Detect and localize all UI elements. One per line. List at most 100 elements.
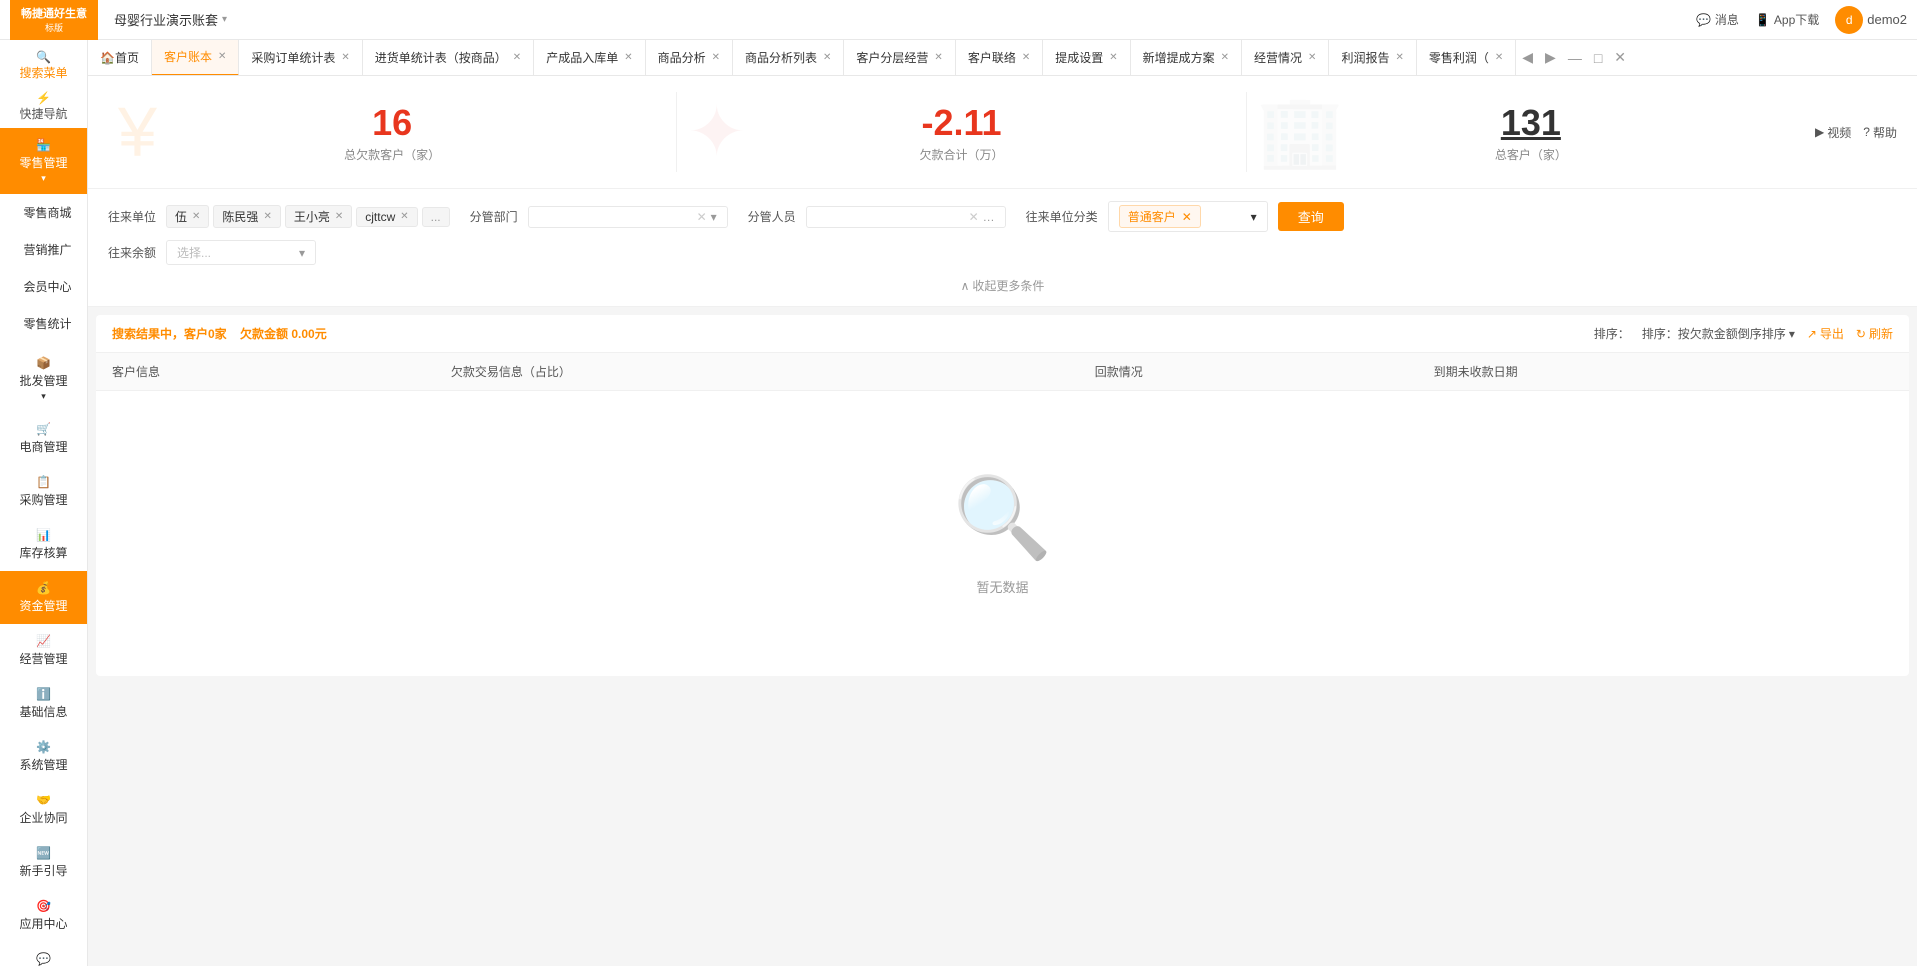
message-button[interactable]: 💬 消息 (1696, 11, 1739, 28)
system-icon: ⚙️ (36, 740, 51, 754)
sidebar-item-wholesale[interactable]: 📦 批发管理 ▾ (0, 346, 87, 412)
tag-cj-text: cjttcw (365, 210, 395, 224)
tag-cj-close-icon[interactable]: ✕ (400, 211, 408, 222)
sidebar-item-marketing[interactable]: 营销推广 (0, 231, 87, 268)
filter-tag-chen[interactable]: 陈民强 ✕ (213, 205, 280, 228)
sidebar-item-purchase[interactable]: 📋 采购管理 (0, 465, 87, 518)
tab-close-icon10[interactable]: ✕ (1221, 52, 1229, 63)
tab-scroll-left-button[interactable]: ◀ (1516, 40, 1539, 76)
filter-tag-cj[interactable]: cjttcw ✕ (356, 207, 417, 227)
tab-minimize-button[interactable]: — (1562, 40, 1588, 76)
sidebar-item-retail-stats[interactable]: 零售统计 (0, 305, 87, 342)
tab-close-icon8[interactable]: ✕ (1022, 52, 1030, 63)
tab-cost-inbound[interactable]: 产成品入库单 ✕ (534, 40, 645, 76)
tag-chen-text: 陈民强 (222, 208, 258, 225)
tag-wu-close-icon[interactable]: ✕ (192, 211, 200, 222)
video-label: 视频 (1827, 124, 1851, 141)
sidebar-item-retail-shop-label: 零售商城 (23, 204, 71, 221)
sidebar-item-enterprise-collab[interactable]: 🤝 企业协同 (0, 783, 87, 836)
operations-icon: 📈 (36, 634, 51, 648)
sidebar-item-enterprise-wechat[interactable]: 💬 企业微信 (0, 942, 87, 966)
tab-close-icon[interactable]: ✕ (218, 51, 226, 62)
person-select[interactable]: ✕ … (806, 206, 1006, 228)
tag-chen-close-icon[interactable]: ✕ (263, 211, 271, 222)
sidebar-item-retail[interactable]: 🏪 零售管理 ▾ (0, 128, 87, 194)
sidebar-item-inventory[interactable]: 📊 库存核算 (0, 518, 87, 571)
tab-product-analysis-list[interactable]: 商品分析列表 ✕ (733, 40, 844, 76)
tag-wang-close-icon[interactable]: ✕ (335, 211, 343, 222)
tab-promotion-settings[interactable]: 提成设置 ✕ (1043, 40, 1130, 76)
tab-retail-profit[interactable]: 零售利润（ ✕ (1417, 40, 1516, 76)
collapse-icon: ∧ (961, 279, 970, 293)
tab-home[interactable]: 🏠 首页 (88, 40, 152, 76)
tab-close-icon4[interactable]: ✕ (624, 52, 632, 63)
account-selector[interactable]: 母婴行业演示账套 ▾ (106, 10, 235, 29)
tab-close-icon13[interactable]: ✕ (1495, 52, 1503, 63)
filter-tag-wang[interactable]: 王小亮 ✕ (285, 205, 352, 228)
sort-select[interactable]: 排序：按欠款金额倒序排序 ▾ (1642, 325, 1795, 342)
collapse-button[interactable]: ∧ 收起更多条件 (108, 273, 1897, 294)
tab-product-analysis[interactable]: 商品分析 ✕ (646, 40, 733, 76)
tab-operations[interactable]: 经营情况 ✕ (1242, 40, 1329, 76)
search-icon: 🔍 (8, 50, 79, 64)
tab-customer-contact[interactable]: 客户联络 ✕ (956, 40, 1043, 76)
chevron-person-icon: … (983, 210, 995, 224)
tab-scroll-right-button[interactable]: ▶ (1539, 40, 1562, 76)
dept-select[interactable]: ✕ ▾ (528, 206, 728, 228)
sidebar-item-ecommerce-label: 电商管理 (19, 438, 67, 455)
sidebar-search[interactable]: 🔍 搜索菜单 (0, 40, 87, 87)
tab-close-all-button[interactable]: ✕ (1608, 40, 1632, 76)
tab-close-icon9[interactable]: ✕ (1109, 52, 1117, 63)
filter-tag-more[interactable]: ... (422, 207, 450, 227)
filter-tag-wu[interactable]: 伍 ✕ (166, 205, 209, 228)
tab-accounts[interactable]: 客户账本 ✕ (152, 40, 239, 76)
tab-close-icon6[interactable]: ✕ (823, 52, 831, 63)
sidebar-item-system-label: 系统管理 (19, 756, 67, 773)
sidebar-item-new-guide[interactable]: 🆕 新手引导 (0, 836, 87, 889)
classify-tag-close-icon[interactable]: ✕ (1182, 210, 1192, 224)
sidebar-item-retail-shop[interactable]: 零售商城 (0, 194, 87, 231)
sidebar-item-basic-info[interactable]: ℹ️ 基础信息 (0, 677, 87, 730)
sidebar-item-ecommerce[interactable]: 🛒 电商管理 (0, 412, 87, 465)
sidebar-item-system[interactable]: ⚙️ 系统管理 (0, 730, 87, 783)
app-center-icon: 🎯 (36, 899, 51, 913)
tab-close-icon11[interactable]: ✕ (1308, 52, 1316, 63)
tab-profit-report[interactable]: 利润报告 ✕ (1329, 40, 1416, 76)
user-profile[interactable]: d demo2 (1835, 6, 1907, 34)
tab-customer-tier[interactable]: 客户分层经营 ✕ (844, 40, 955, 76)
chevron-sort-icon: ▾ (1789, 327, 1795, 341)
home-icon: 🏠 (100, 51, 115, 65)
sidebar-item-finance[interactable]: 💰 资金管理 (0, 571, 87, 624)
export-button[interactable]: ↗ 导出 (1807, 325, 1844, 342)
tab-close-icon7[interactable]: ✕ (934, 52, 942, 63)
help-icon: ? (1863, 125, 1870, 139)
logo-sub: 标版 (45, 21, 63, 34)
balance-select[interactable]: 选择... ▾ (166, 240, 316, 265)
tab-purchase-orders[interactable]: 采购订单统计表 ✕ (239, 40, 362, 76)
refresh-button[interactable]: ↻ 刷新 (1856, 325, 1893, 342)
dept-clear-icon[interactable]: ✕ (697, 210, 707, 224)
app-download-button[interactable]: 📱 App下载 (1755, 11, 1819, 28)
help-button[interactable]: ? 帮助 (1863, 124, 1897, 141)
query-button[interactable]: 查询 (1278, 202, 1344, 231)
video-button[interactable]: ▶ 视频 (1815, 124, 1851, 141)
tab-close-icon3[interactable]: ✕ (513, 52, 521, 63)
tab-close-icon12[interactable]: ✕ (1395, 52, 1403, 63)
sidebar-item-basic-info-label: 基础信息 (19, 703, 67, 720)
sidebar-item-operations-mgmt[interactable]: 📈 经营管理 (0, 624, 87, 677)
person-clear-icon[interactable]: ✕ (969, 210, 979, 224)
wechat-icon: 💬 (36, 952, 51, 966)
tab-inbound-stats[interactable]: 进货单统计表（按商品） ✕ (363, 40, 534, 76)
tab-new-promotion[interactable]: 新增提成方案 ✕ (1131, 40, 1242, 76)
sidebar-item-operations-mgmt-label: 经营管理 (19, 650, 67, 667)
sidebar-item-app-center[interactable]: 🎯 应用中心 (0, 889, 87, 942)
tab-maximize-button[interactable]: □ (1588, 40, 1608, 76)
sidebar-item-member[interactable]: 会员中心 (0, 268, 87, 305)
tab-close-icon2[interactable]: ✕ (341, 52, 349, 63)
sidebar-quick-nav[interactable]: ⚡ 快捷导航 (0, 87, 87, 128)
tab-close-icon5[interactable]: ✕ (712, 52, 720, 63)
sidebar-item-app-center-label: 应用中心 (19, 915, 67, 932)
classify-select[interactable]: 普通客户 ✕ ▾ (1108, 201, 1268, 232)
stat-label-debt: 欠款合计（万） (920, 146, 1004, 163)
export-label: 导出 (1820, 325, 1844, 342)
